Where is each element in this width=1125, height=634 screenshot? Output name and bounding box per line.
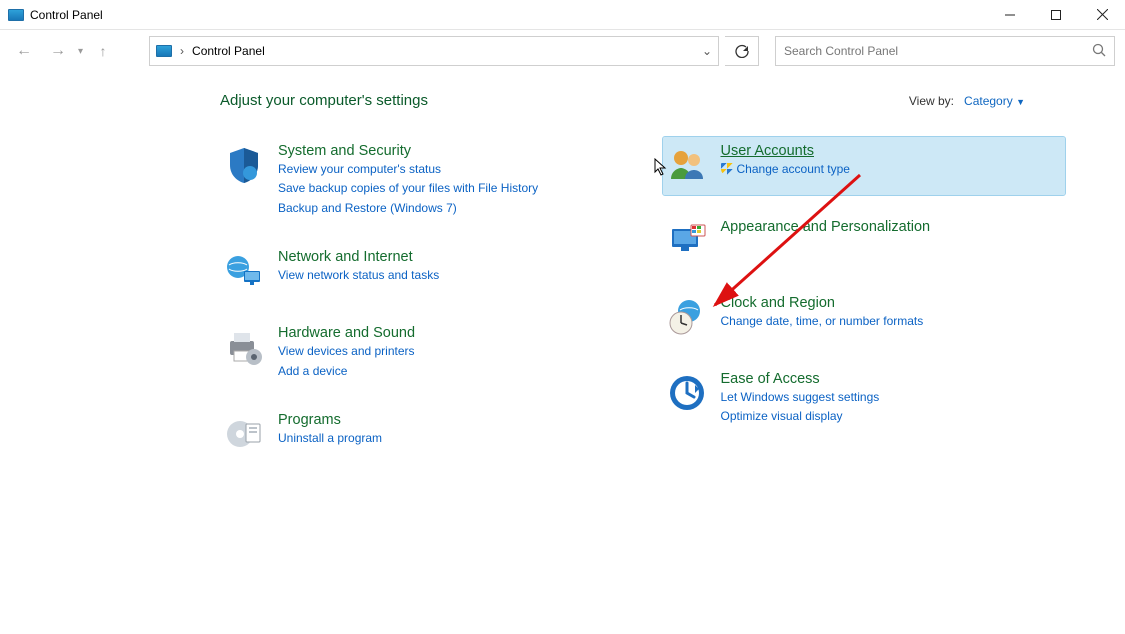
category-link[interactable]: Change account type	[721, 161, 850, 178]
printer-icon	[222, 325, 266, 369]
maximize-button[interactable]	[1033, 0, 1079, 30]
category-title[interactable]: User Accounts	[721, 143, 850, 159]
up-button[interactable]: ↑	[89, 37, 117, 65]
category-title[interactable]: Appearance and Personalization	[721, 219, 931, 235]
maximize-icon	[1051, 10, 1061, 20]
globe-network-icon	[222, 249, 266, 293]
category-title[interactable]: Programs	[278, 412, 382, 428]
category-link[interactable]: View devices and printers	[278, 343, 415, 360]
close-icon	[1097, 9, 1108, 20]
category-title[interactable]: Hardware and Sound	[278, 325, 415, 341]
search-icon	[1092, 43, 1106, 60]
forward-button[interactable]: →	[44, 37, 72, 65]
close-button[interactable]	[1079, 0, 1125, 30]
category-clock-region[interactable]: Clock and Region Change date, time, or n…	[663, 289, 1066, 347]
refresh-icon	[735, 44, 749, 58]
user-accounts-icon	[665, 143, 709, 187]
ease-of-access-icon	[665, 371, 709, 415]
category-link[interactable]: View network status and tasks	[278, 267, 439, 284]
category-ease-of-access[interactable]: Ease of Access Let Windows suggest setti…	[663, 365, 1066, 434]
category-appearance-personalization[interactable]: Appearance and Personalization	[663, 213, 1066, 271]
shield-icon	[222, 143, 266, 187]
minimize-icon	[1005, 10, 1015, 20]
category-link[interactable]: Add a device	[278, 363, 415, 380]
category-link[interactable]: Save backup copies of your files with Fi…	[278, 180, 538, 197]
page-heading: Adjust your computer's settings	[220, 92, 428, 109]
categories-right-column: User Accounts Change account type Appear…	[663, 137, 1066, 482]
window-title: Control Panel	[30, 8, 103, 22]
category-network-internet[interactable]: Network and Internet View network status…	[220, 243, 623, 301]
view-by-label: View by:	[909, 94, 954, 108]
clock-globe-icon	[665, 295, 709, 339]
control-panel-icon	[156, 45, 172, 57]
search-input[interactable]	[784, 44, 1092, 58]
category-hardware-sound[interactable]: Hardware and Sound View devices and prin…	[220, 319, 623, 388]
category-link[interactable]: Change date, time, or number formats	[721, 313, 924, 330]
address-bar[interactable]: › Control Panel ⌄	[149, 36, 719, 66]
programs-icon	[222, 412, 266, 456]
search-box[interactable]	[775, 36, 1115, 66]
chevron-down-icon: ▼	[1016, 97, 1025, 107]
address-dropdown-icon[interactable]: ⌄	[702, 44, 712, 58]
category-link[interactable]: Optimize visual display	[721, 408, 880, 425]
view-by-control: View by: Category ▼	[909, 94, 1025, 108]
category-programs[interactable]: Programs Uninstall a program	[220, 406, 623, 464]
category-user-accounts[interactable]: User Accounts Change account type	[663, 137, 1066, 195]
category-title[interactable]: System and Security	[278, 143, 538, 159]
category-system-security[interactable]: System and Security Review your computer…	[220, 137, 623, 225]
control-panel-icon	[8, 9, 24, 21]
view-by-dropdown[interactable]: Category ▼	[964, 94, 1025, 108]
breadcrumb-item[interactable]: Control Panel	[192, 44, 265, 58]
refresh-button[interactable]	[725, 36, 759, 66]
minimize-button[interactable]	[987, 0, 1033, 30]
appearance-icon	[665, 219, 709, 263]
categories-left-column: System and Security Review your computer…	[220, 137, 623, 482]
content-area: Adjust your computer's settings View by:…	[0, 72, 1125, 482]
category-link[interactable]: Backup and Restore (Windows 7)	[278, 200, 538, 217]
category-link[interactable]: Let Windows suggest settings	[721, 389, 880, 406]
window-titlebar: Control Panel	[0, 0, 1125, 30]
category-title[interactable]: Clock and Region	[721, 295, 924, 311]
navigation-bar: ← → ▾ ↑ › Control Panel ⌄	[0, 30, 1125, 72]
category-link[interactable]: Uninstall a program	[278, 430, 382, 447]
category-link[interactable]: Review your computer's status	[278, 161, 538, 178]
category-title[interactable]: Network and Internet	[278, 249, 439, 265]
back-button[interactable]: ←	[10, 37, 38, 65]
history-dropdown[interactable]: ▾	[78, 46, 83, 57]
breadcrumb-chevron-icon: ›	[180, 44, 184, 58]
category-title[interactable]: Ease of Access	[721, 371, 880, 387]
